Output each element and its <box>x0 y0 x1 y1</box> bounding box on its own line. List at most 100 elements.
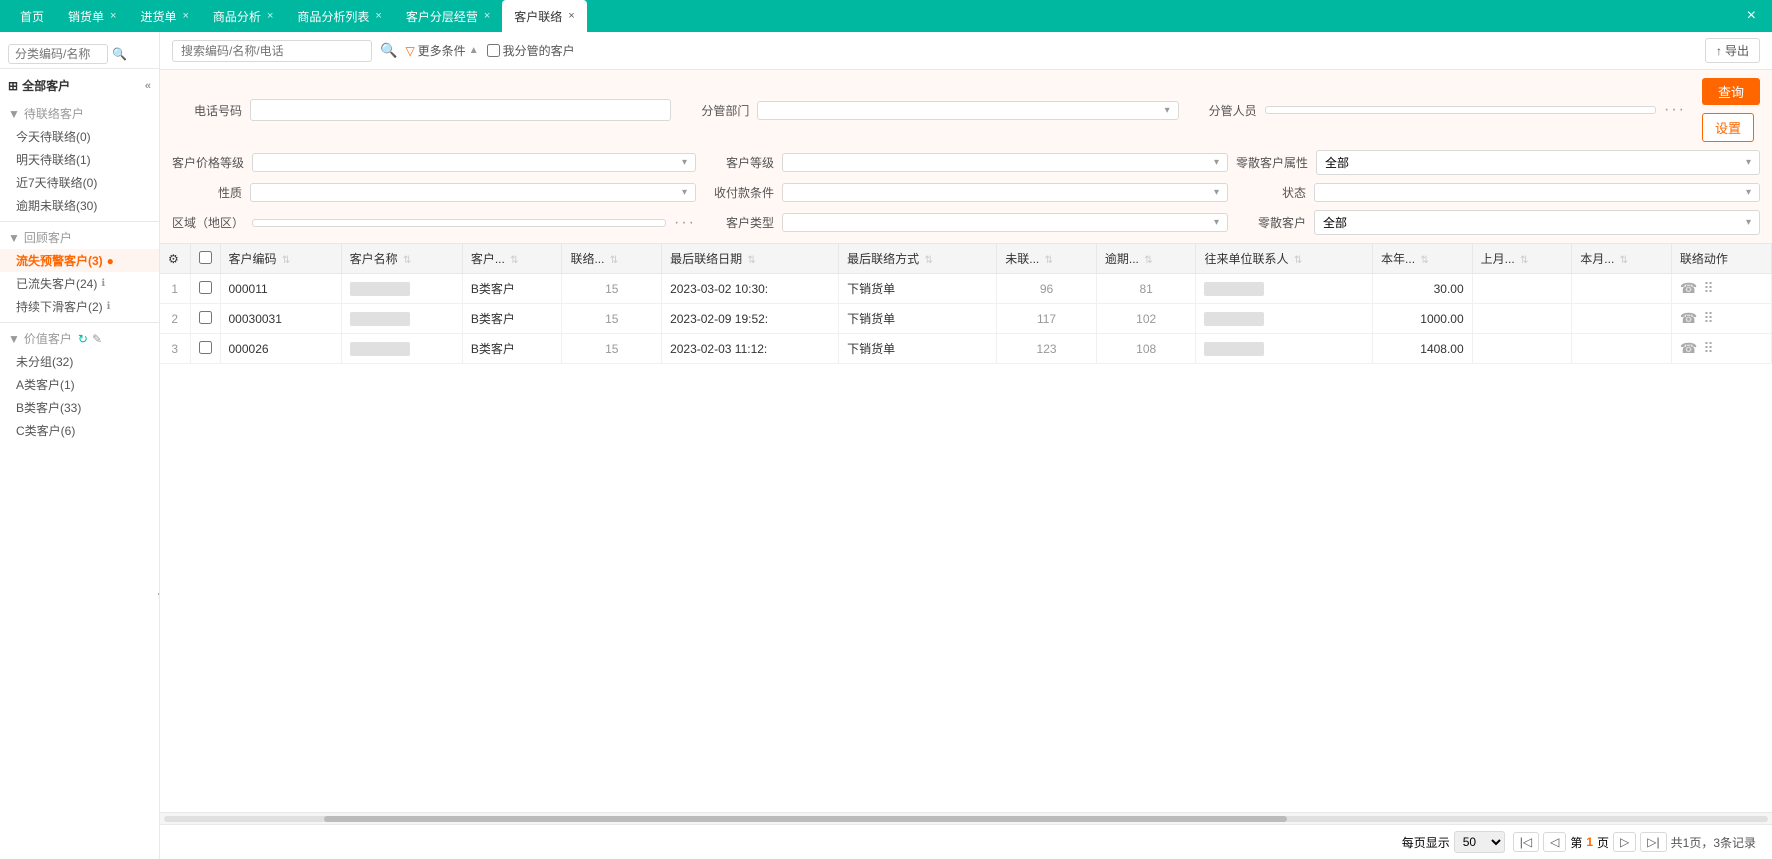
sidebar-item-lost[interactable]: 已流失客户(24) ℹ <box>0 272 159 295</box>
col-code[interactable]: 客户编码 ⇅ <box>220 244 341 274</box>
top-nav: 首页 销货单 × 进货单 × 商品分析 × 商品分析列表 × 客户分层经营 × … <box>0 0 1772 32</box>
sidebar-value-title[interactable]: ▼ 价值客户 ↻ ✎ <box>0 327 159 350</box>
contact-action-icon[interactable]: ☎ <box>1680 340 1697 357</box>
nav-sales[interactable]: 销货单 × <box>56 0 128 32</box>
export-button[interactable]: ↑ 导出 <box>1705 38 1760 63</box>
edit-icon[interactable]: ✎ <box>92 332 102 346</box>
filter-payment-select[interactable]: ▾ <box>782 183 1228 202</box>
declining-info-icon: ℹ <box>107 301 111 312</box>
col-last-date[interactable]: 最后联络日期 ⇅ <box>662 244 839 274</box>
close-contact-icon[interactable]: × <box>568 10 574 22</box>
refresh-icon[interactable]: ↻ <box>78 332 88 346</box>
my-customers-checkbox[interactable] <box>487 44 500 57</box>
next-page-button[interactable]: ▷ <box>1613 832 1636 852</box>
category-search-input[interactable] <box>8 44 108 64</box>
filter-phone-input[interactable] <box>250 99 671 121</box>
sidebar-all-customers[interactable]: ⊞ 全部客户 « <box>0 73 159 98</box>
nav-product-list[interactable]: 商品分析列表 × <box>285 0 393 32</box>
filter-nature-select[interactable]: ▾ <box>250 183 696 202</box>
nav-purchase[interactable]: 进货单 × <box>128 0 200 32</box>
sidebar-item-today[interactable]: 今天待联络(0) <box>0 125 159 148</box>
sidebar-item-a-class[interactable]: A类客户(1) <box>0 373 159 396</box>
filter-scatter-attr-select[interactable]: 全部 ▾ <box>1316 150 1760 175</box>
close-purchase-icon[interactable]: × <box>182 10 188 22</box>
sidebar-item-7days[interactable]: 近7天待联络(0) <box>0 171 159 194</box>
sidebar-pending-section: ▼ 待联络客户 今天待联络(0) 明天待联络(1) 近7天待联络(0) 逾期未联… <box>0 102 159 217</box>
close-product-list-icon[interactable]: × <box>375 10 381 22</box>
lost-info-icon: ℹ <box>101 278 105 289</box>
sidebar-item-c-class[interactable]: C类客户(6) <box>0 419 159 442</box>
page-nav: |◁ ◁ 第 1 页 ▷ ▷| 共1页，3条记录 <box>1513 832 1756 852</box>
col-name[interactable]: 客户名称 ⇅ <box>341 244 462 274</box>
row-actions: ☎ ⠿ <box>1671 334 1771 364</box>
col-this-year[interactable]: 本年... ⇅ <box>1373 244 1473 274</box>
contact-action-icon[interactable]: ☎ <box>1680 280 1697 297</box>
query-button[interactable]: 查询 <box>1702 78 1760 105</box>
sidebar-item-b-class[interactable]: B类客户(33) <box>0 396 159 419</box>
filter-region-select[interactable] <box>252 219 666 227</box>
contact-action-icon[interactable]: ☎ <box>1680 310 1697 327</box>
row-contact-count: 15 <box>562 274 662 304</box>
col-this-month[interactable]: 本月... ⇅ <box>1572 244 1672 274</box>
sidebar-lost-section: ▼ 回顾客户 流失预警客户(3) ● 90天未交易的客户，可能有流失风险。 已流… <box>0 226 159 318</box>
search-button[interactable]: 🔍 <box>380 42 397 59</box>
nav-customer-segment[interactable]: 客户分层经营 × <box>394 0 502 32</box>
close-sales-icon[interactable]: × <box>110 10 116 22</box>
row-checkbox[interactable] <box>199 311 212 324</box>
my-customers-filter[interactable]: 我分管的客户 <box>487 42 575 59</box>
search-input[interactable] <box>172 40 372 62</box>
close-product-analysis-icon[interactable]: × <box>267 10 273 22</box>
more-action-icon[interactable]: ⠿ <box>1703 280 1713 297</box>
col-overdue[interactable]: 逾期... ⇅ <box>1096 244 1196 274</box>
scrollbar-thumb[interactable] <box>324 816 1286 822</box>
col-settings[interactable]: ⚙ <box>160 244 190 274</box>
window-close-button[interactable]: × <box>1739 7 1764 25</box>
more-action-icon[interactable]: ⠿ <box>1703 340 1713 357</box>
settings-button[interactable]: 设置 <box>1702 113 1754 142</box>
sidebar-collapse-icon[interactable]: « <box>145 80 151 92</box>
filter-person-more[interactable]: ··· <box>1664 101 1686 119</box>
col-contact-person[interactable]: 往来单位联系人 ⇅ <box>1196 244 1373 274</box>
more-action-icon[interactable]: ⠿ <box>1703 310 1713 327</box>
prev-page-button[interactable]: ◁ <box>1543 832 1566 852</box>
nav-home[interactable]: 首页 <box>8 0 56 32</box>
nav-product-analysis[interactable]: 商品分析 × <box>201 0 285 32</box>
sidebar-item-lost-warning[interactable]: 流失预警客户(3) ● <box>0 249 159 272</box>
filter-toggle-button[interactable]: ▽ 更多条件 ▲ <box>405 42 478 59</box>
row-contact-count: 15 <box>562 304 662 334</box>
filter-status-select[interactable]: ▾ <box>1314 183 1760 202</box>
filter-region-more[interactable]: ··· <box>674 214 696 232</box>
row-unlisted: 96 <box>997 274 1097 304</box>
filter-customer-grade-select[interactable]: ▾ <box>782 153 1228 172</box>
page-size-select[interactable]: 50 100 200 <box>1454 831 1505 853</box>
sidebar-item-tomorrow[interactable]: 明天待联络(1) <box>0 148 159 171</box>
sidebar-item-ungroup[interactable]: 未分组(32) <box>0 350 159 373</box>
filter-customer-type-select[interactable]: ▾ <box>782 213 1228 232</box>
last-type-link[interactable]: 下销货单 <box>847 282 895 296</box>
last-type-link[interactable]: 下销货单 <box>847 312 895 326</box>
col-unlisted[interactable]: 未联... ⇅ <box>997 244 1097 274</box>
sidebar-pending-title[interactable]: ▼ 待联络客户 <box>0 102 159 125</box>
horizontal-scrollbar[interactable] <box>160 812 1772 824</box>
filter-person-select[interactable] <box>1265 106 1656 114</box>
col-contact-count[interactable]: 联络... ⇅ <box>562 244 662 274</box>
sidebar-item-overdue[interactable]: 逾期未联络(30) <box>0 194 159 217</box>
row-checkbox[interactable] <box>199 341 212 354</box>
first-page-button[interactable]: |◁ <box>1513 832 1539 852</box>
last-page-button[interactable]: ▷| <box>1640 832 1666 852</box>
col-last-type[interactable]: 最后联络方式 ⇅ <box>839 244 997 274</box>
sidebar-item-declining[interactable]: 持续下滑客户(2) ℹ <box>0 295 159 318</box>
row-checkbox[interactable] <box>199 281 212 294</box>
nav-customer-contact[interactable]: 客户联络 × <box>502 0 586 32</box>
sidebar-search-icon[interactable]: 🔍 <box>112 47 127 61</box>
row-customer-type: B类客户 <box>462 274 562 304</box>
col-last-month[interactable]: 上月... ⇅ <box>1472 244 1572 274</box>
sidebar-lost-title[interactable]: ▼ 回顾客户 <box>0 226 159 249</box>
last-type-link[interactable]: 下销货单 <box>847 342 895 356</box>
filter-dept-select[interactable]: ▾ <box>757 101 1178 120</box>
filter-scatter-customer-select[interactable]: 全部 ▾ <box>1314 210 1760 235</box>
select-all-checkbox[interactable] <box>199 251 212 264</box>
filter-price-grade-select[interactable]: ▾ <box>252 153 696 172</box>
close-segment-icon[interactable]: × <box>484 10 490 22</box>
col-type[interactable]: 客户... ⇅ <box>462 244 562 274</box>
